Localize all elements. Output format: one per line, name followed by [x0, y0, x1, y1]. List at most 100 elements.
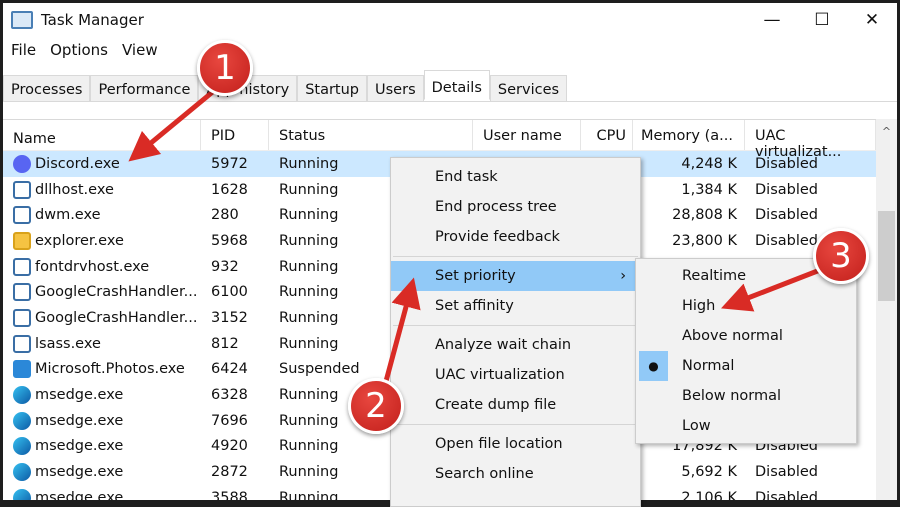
window-title: Task Manager	[41, 11, 144, 29]
priority-high[interactable]: High	[636, 291, 856, 321]
cell-name: dwm.exe	[3, 206, 201, 225]
priority-submenu: Realtime High Above normal ● Normal Below nor…	[635, 258, 857, 444]
menu-separator	[393, 256, 638, 257]
cell-uac: Disabled	[755, 181, 818, 198]
priority-normal[interactable]: ● Normal	[636, 351, 856, 381]
cell-name: msedge.exe	[3, 437, 201, 456]
menu-item-open-file-location[interactable]: Open file location	[391, 429, 640, 459]
cell-name: GoogleCrashHandler...	[3, 308, 201, 327]
menu-item-analyze-wait-chain[interactable]: Analyze wait chain	[391, 330, 640, 360]
cell-name: msedge.exe	[3, 411, 201, 430]
col-user[interactable]: User name	[473, 120, 581, 150]
cell-memory: 1,384 K	[681, 181, 737, 198]
tab-bar: Processes Performance App history Startu…	[3, 70, 897, 102]
cell-pid: 5968	[211, 232, 248, 249]
cell-pid: 932	[211, 258, 239, 275]
cell-name: msedge.exe	[3, 463, 201, 482]
chevron-right-icon: ›	[620, 268, 626, 284]
menu-separator	[393, 424, 638, 425]
menu-view[interactable]: View	[122, 41, 158, 59]
menu-bar: File Options View	[11, 41, 158, 59]
edge-process-icon	[13, 386, 31, 405]
cell-pid: 6100	[211, 284, 248, 301]
maximize-button[interactable]: ☐	[797, 3, 847, 37]
priority-above-normal[interactable]: Above normal	[636, 321, 856, 351]
cell-uac: Disabled	[755, 489, 818, 500]
cell-name: Microsoft.Photos.exe	[3, 360, 201, 379]
menu-file[interactable]: File	[11, 41, 36, 59]
tab-processes[interactable]: Processes	[3, 75, 91, 101]
tab-startup[interactable]: Startup	[297, 75, 368, 101]
cell-name: GoogleCrashHandler...	[3, 283, 201, 302]
title-bar: Task Manager — ☐ ✕	[3, 3, 897, 37]
edge-process-icon	[13, 437, 31, 456]
edge-process-icon	[13, 463, 31, 482]
col-name[interactable]: Name	[3, 120, 201, 150]
menu-item-end-process-tree[interactable]: End process tree	[391, 192, 640, 222]
col-status[interactable]: Status	[269, 120, 473, 150]
col-cpu[interactable]: CPU	[581, 120, 633, 150]
close-button[interactable]: ✕	[847, 3, 897, 37]
edge-process-icon	[13, 488, 31, 500]
cell-name: explorer.exe	[3, 231, 201, 250]
cell-pid: 5972	[211, 155, 248, 172]
cell-memory: 23,800 K	[672, 232, 737, 249]
cell-pid: 6424	[211, 361, 248, 378]
menu-item-set-priority[interactable]: Set priority ›	[391, 261, 640, 291]
col-pid[interactable]: PID	[201, 120, 269, 150]
cell-pid: 1628	[211, 181, 248, 198]
cell-pid: 6328	[211, 387, 248, 404]
app-process-icon	[13, 283, 31, 302]
menu-item-provide-feedback[interactable]: Provide feedback	[391, 222, 640, 252]
scroll-up-icon[interactable]: ^	[876, 119, 897, 138]
cell-pid: 4920	[211, 438, 248, 455]
priority-low[interactable]: Low	[636, 411, 856, 441]
menu-separator	[393, 325, 638, 326]
cell-pid: 2872	[211, 464, 248, 481]
menu-item-set-affinity[interactable]: Set affinity	[391, 291, 640, 321]
cell-name: Discord.exe	[3, 154, 201, 173]
cell-memory: 4,248 K	[681, 155, 737, 172]
cell-uac: Disabled	[755, 464, 818, 481]
menu-options[interactable]: Options	[50, 41, 108, 59]
tab-performance[interactable]: Performance	[90, 75, 199, 101]
table-header: Name PID Status User name CPU Memory (a.…	[3, 119, 876, 160]
scrollbar-thumb[interactable]	[878, 211, 895, 301]
annotation-badge-3: 3	[813, 228, 869, 284]
cell-pid: 812	[211, 335, 239, 352]
cell-memory: 2,106 K	[681, 489, 737, 500]
cell-name: lsass.exe	[3, 334, 201, 353]
cell-uac: Disabled	[755, 207, 818, 224]
tab-details[interactable]: Details	[423, 70, 490, 100]
app-process-icon	[13, 257, 31, 276]
cell-name: msedge.exe	[3, 488, 201, 500]
cell-memory: 5,692 K	[681, 464, 737, 481]
cell-name: dllhost.exe	[3, 180, 201, 199]
cell-memory: 28,808 K	[672, 207, 737, 224]
cell-pid: 280	[211, 207, 239, 224]
menu-item-end-task[interactable]: End task	[391, 162, 640, 192]
col-memory[interactable]: Memory (a...	[633, 120, 745, 150]
folder-process-icon	[13, 231, 31, 250]
priority-below-normal[interactable]: Below normal	[636, 381, 856, 411]
app-process-icon	[13, 180, 31, 199]
vertical-scrollbar[interactable]: ^	[876, 119, 897, 500]
radio-bullet-icon: ●	[639, 351, 668, 381]
annotation-badge-1: 1	[197, 40, 253, 96]
col-uac[interactable]: UAC virtualizat...	[745, 120, 876, 160]
cell-name: fontdrvhost.exe	[3, 257, 201, 276]
menu-item-create-dump-file[interactable]: Create dump file	[391, 390, 640, 420]
tab-services[interactable]: Services	[489, 75, 568, 101]
app-process-icon	[13, 334, 31, 353]
edge-process-icon	[13, 411, 31, 430]
minimize-button[interactable]: —	[747, 3, 797, 37]
app-process-icon	[13, 308, 31, 327]
cell-pid: 3588	[211, 489, 248, 500]
menu-item-search-online[interactable]: Search online	[391, 459, 640, 489]
tab-users[interactable]: Users	[367, 75, 424, 101]
app-process-icon	[13, 206, 31, 225]
discord-process-icon	[13, 154, 31, 173]
menu-item-uac-virtualization[interactable]: UAC virtualization	[391, 360, 640, 390]
cell-name: msedge.exe	[3, 386, 201, 405]
context-menu: End task End process tree Provide feedback…	[390, 157, 641, 507]
